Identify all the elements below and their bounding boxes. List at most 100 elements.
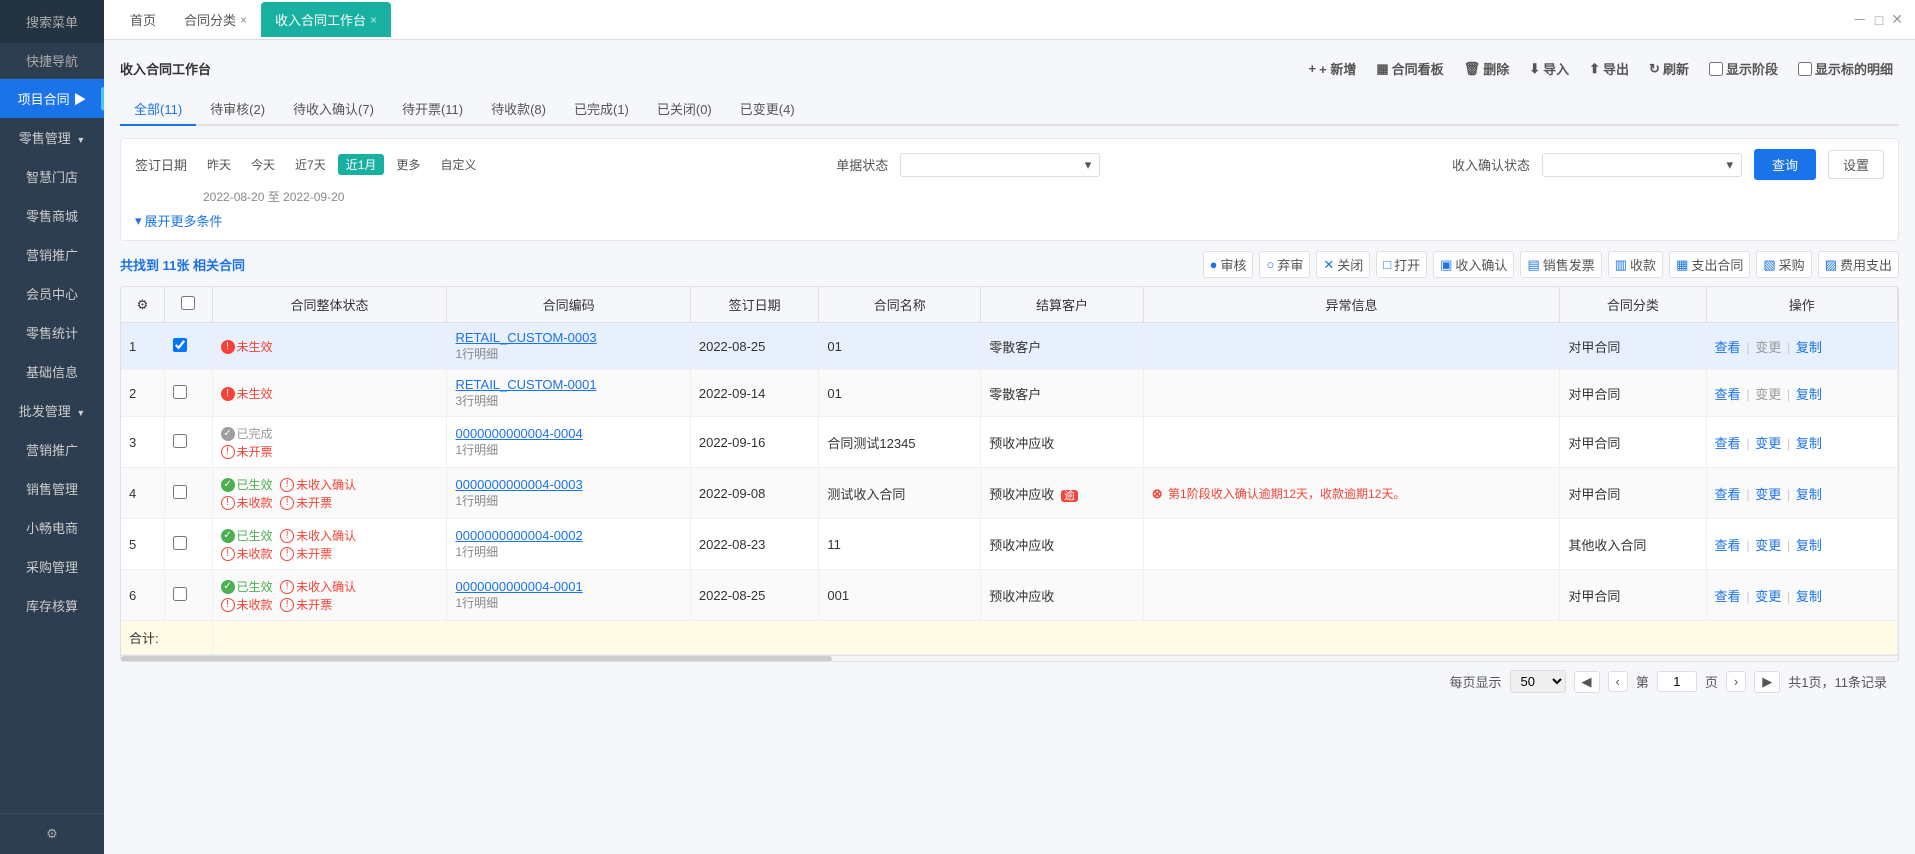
prev-page-button[interactable]: ‹ xyxy=(1608,671,1628,692)
tab-contract-category[interactable]: 合同分类 × xyxy=(170,2,261,37)
filter-tab-all[interactable]: 全部(11) xyxy=(120,93,196,126)
row-checkbox[interactable] xyxy=(164,370,212,417)
action-receipt[interactable]: ▥ 收款 xyxy=(1608,251,1663,278)
next-page-button[interactable]: › xyxy=(1726,671,1746,692)
sidebar-item-inventory[interactable]: 库存核算 xyxy=(0,586,104,625)
sidebar-item-member-center[interactable]: 会员中心 xyxy=(0,274,104,313)
filter-tab-closed[interactable]: 已关闭(0) xyxy=(643,93,726,126)
date-btn-today[interactable]: 今天 xyxy=(243,154,283,175)
per-page-select[interactable]: 20 50 100 xyxy=(1510,670,1566,693)
col-checkbox[interactable] xyxy=(164,287,212,323)
filter-tab-changed[interactable]: 已变更(4) xyxy=(726,93,809,126)
action-abandon[interactable]: ○ 弃审 xyxy=(1259,251,1310,278)
sidebar-item-marketing2[interactable]: 营销推广 xyxy=(0,430,104,469)
op-view[interactable]: 查看 xyxy=(1715,436,1741,451)
action-income-confirm[interactable]: ▣ 收入确认 xyxy=(1433,251,1514,278)
filter-tab-completed[interactable]: 已完成(1) xyxy=(560,93,643,126)
op-copy[interactable]: 复制 xyxy=(1796,589,1822,604)
show-detail-checkbox-label[interactable]: 显示标的明细 xyxy=(1792,56,1899,81)
row-select-checkbox[interactable] xyxy=(173,434,187,448)
date-btn-custom[interactable]: 自定义 xyxy=(432,154,484,175)
sidebar-item-retail-stats[interactable]: 零售统计 xyxy=(0,313,104,352)
row-checkbox[interactable] xyxy=(164,417,212,468)
action-close[interactable]: ✕ 关闭 xyxy=(1316,251,1370,278)
restore-button[interactable]: □ xyxy=(1875,12,1883,28)
action-sales-invoice[interactable]: ▤ 销售发票 xyxy=(1520,251,1601,278)
date-btn-yesterday[interactable]: 昨天 xyxy=(199,154,239,175)
contract-code-link[interactable]: RETAIL_CUSTOM-0003 xyxy=(455,330,596,345)
op-view[interactable]: 查看 xyxy=(1715,538,1741,553)
page-number-input[interactable] xyxy=(1657,671,1697,692)
sidebar-item-retail-mgmt[interactable]: 零售管理 ▼ xyxy=(0,118,104,157)
show-detail-checkbox[interactable] xyxy=(1798,62,1812,76)
set-button[interactable]: 设置 xyxy=(1828,150,1884,179)
sidebar-item-wholesale[interactable]: 批发管理 ▼ xyxy=(0,391,104,430)
first-page-button[interactable]: ◀ xyxy=(1574,671,1600,693)
sidebar-item-marketing[interactable]: 营销推广 xyxy=(0,235,104,274)
sidebar-item-smart-store[interactable]: 智慧门店 xyxy=(0,157,104,196)
op-copy[interactable]: 复制 xyxy=(1796,340,1822,355)
sidebar-item-purchase[interactable]: 采购管理 xyxy=(0,547,104,586)
income-confirm-select[interactable]: ▾ xyxy=(1542,153,1742,177)
row-select-checkbox[interactable] xyxy=(173,385,187,399)
expand-filter-button[interactable]: ▾ 展开更多条件 xyxy=(135,211,1884,230)
op-view[interactable]: 查看 xyxy=(1715,487,1741,502)
gear-icon2[interactable]: ⚙ xyxy=(137,297,149,312)
row-select-checkbox[interactable] xyxy=(173,587,187,601)
contract-code-link[interactable]: 0000000000004-0002 xyxy=(455,528,582,543)
op-copy[interactable]: 复制 xyxy=(1796,487,1822,502)
row-select-checkbox[interactable] xyxy=(173,338,187,352)
op-copy[interactable]: 复制 xyxy=(1796,387,1822,402)
action-expense-out[interactable]: ▨ 费用支出 xyxy=(1818,251,1899,278)
sidebar-settings[interactable]: ⚙ xyxy=(0,813,104,854)
filter-tab-pending-receipt[interactable]: 待收款(8) xyxy=(477,93,560,126)
sidebar-item-basic-info[interactable]: 基础信息 xyxy=(0,352,104,391)
row-select-checkbox[interactable] xyxy=(173,485,187,499)
refresh-button[interactable]: ↻ 刷新 xyxy=(1643,56,1695,81)
tab-income-workbench-close[interactable]: × xyxy=(370,13,377,27)
row-select-checkbox[interactable] xyxy=(173,536,187,550)
op-change[interactable]: 变更 xyxy=(1755,436,1781,451)
import-button[interactable]: ⬇ 导入 xyxy=(1523,56,1575,81)
op-copy[interactable]: 复制 xyxy=(1796,436,1822,451)
export-button[interactable]: ⬆ 导出 xyxy=(1583,56,1635,81)
op-view[interactable]: 查看 xyxy=(1715,387,1741,402)
row-checkbox[interactable] xyxy=(164,468,212,519)
action-review[interactable]: ● 审核 xyxy=(1203,251,1254,278)
contract-code-link[interactable]: 0000000000004-0003 xyxy=(455,477,582,492)
op-change[interactable]: 变更 xyxy=(1755,487,1781,502)
row-checkbox[interactable] xyxy=(164,323,212,370)
filter-tab-pending-review[interactable]: 待审核(2) xyxy=(196,93,279,126)
close-button[interactable]: ✕ xyxy=(1891,11,1903,28)
minimize-button[interactable]: － xyxy=(1853,10,1867,30)
action-open[interactable]: □ 打开 xyxy=(1376,251,1427,278)
query-button[interactable]: 查询 xyxy=(1754,149,1816,180)
sidebar-nav[interactable]: 快捷导航 xyxy=(0,43,104,79)
op-change[interactable]: 变更 xyxy=(1755,340,1781,355)
sidebar-item-ecommerce[interactable]: 小畅电商 xyxy=(0,508,104,547)
sidebar-search[interactable]: 搜索菜单 xyxy=(0,0,104,43)
new-button[interactable]: + + 新增 xyxy=(1303,56,1363,81)
contract-code-link[interactable]: 0000000000004-0001 xyxy=(455,579,582,594)
col-gear[interactable]: ⚙ xyxy=(121,287,164,323)
delete-button[interactable]: 🗑 删除 xyxy=(1458,56,1516,81)
sidebar-item-project[interactable]: 项目合同 ▶ xyxy=(0,79,104,118)
action-purchase[interactable]: ▧ 采购 xyxy=(1756,251,1811,278)
op-view[interactable]: 查看 xyxy=(1715,340,1741,355)
op-change[interactable]: 变更 xyxy=(1755,589,1781,604)
op-change[interactable]: 变更 xyxy=(1755,538,1781,553)
sidebar-item-sales-mgmt[interactable]: 销售管理 xyxy=(0,469,104,508)
tab-income-workbench[interactable]: 收入合同工作台 × xyxy=(261,2,391,37)
show-field-checkbox-label[interactable]: 显示阶段 xyxy=(1703,56,1784,81)
tab-contract-category-close[interactable]: × xyxy=(240,13,247,27)
filter-tab-pending-invoice[interactable]: 待开票(11) xyxy=(388,93,477,126)
filter-tab-pending-income-confirm[interactable]: 待收入确认(7) xyxy=(279,93,388,126)
date-btn-more[interactable]: 更多 xyxy=(388,154,428,175)
contract-code-link[interactable]: 0000000000004-0004 xyxy=(455,426,582,441)
doc-status-select[interactable]: ▾ xyxy=(900,153,1100,177)
date-btn-1month[interactable]: 近1月 xyxy=(338,154,385,175)
contract-board-button[interactable]: ▦ 合同看板 xyxy=(1370,56,1449,81)
op-view[interactable]: 查看 xyxy=(1715,589,1741,604)
action-expense-contract[interactable]: ▦ 支出合同 xyxy=(1669,251,1750,278)
sidebar-item-retail-mall[interactable]: 零售商城 xyxy=(0,196,104,235)
